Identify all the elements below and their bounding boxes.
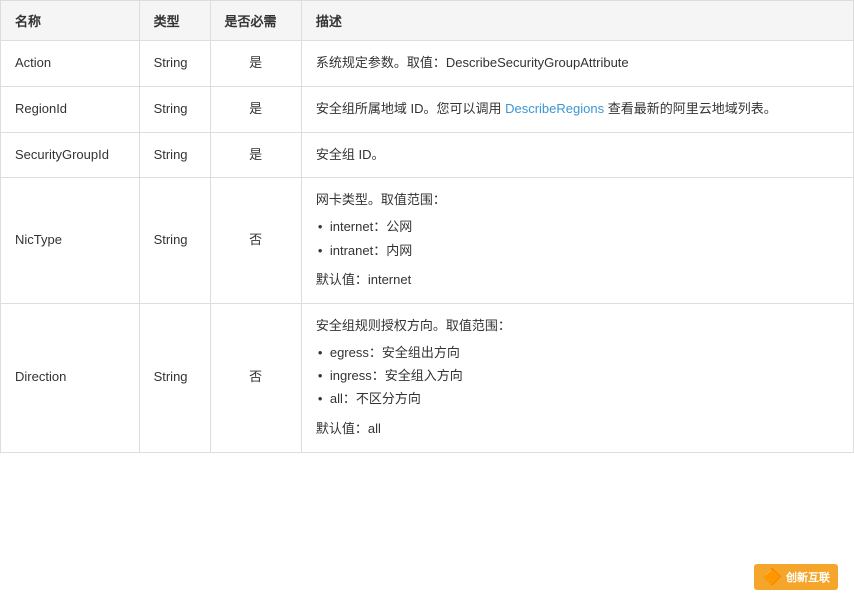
header-description: 描述 xyxy=(301,1,853,41)
cell-required: 是 xyxy=(210,132,301,178)
list-item: ingress：安全组入方向 xyxy=(316,364,839,387)
table-row: NicTypeString否网卡类型。取值范围： internet：公网intra… xyxy=(1,178,854,303)
table-header-row: 名称 类型 是否必需 描述 xyxy=(1,1,854,41)
list-item: intranet：内网 xyxy=(316,239,839,262)
table-row: ActionString是系统规定参数。取值：DescribeSecurityG… xyxy=(1,41,854,87)
cell-required: 是 xyxy=(210,86,301,132)
desc-intro: 网卡类型。取值范围： xyxy=(316,190,839,211)
list-item: all：不区分方向 xyxy=(316,387,839,410)
table-row: SecurityGroupIdString是安全组 ID。 xyxy=(1,132,854,178)
cell-type: String xyxy=(139,86,210,132)
table-row: RegionIdString是安全组所属地域 ID。您可以调用 Describe… xyxy=(1,86,854,132)
cell-type: String xyxy=(139,41,210,87)
cell-description: 安全组 ID。 xyxy=(301,132,853,178)
cell-name: SecurityGroupId xyxy=(1,132,140,178)
header-required: 是否必需 xyxy=(210,1,301,41)
desc-intro: 安全组规则授权方向。取值范围： xyxy=(316,316,839,337)
cell-name: Direction xyxy=(1,303,140,452)
cell-name: RegionId xyxy=(1,86,140,132)
cell-type: String xyxy=(139,178,210,303)
cell-type: String xyxy=(139,303,210,452)
cell-required: 是 xyxy=(210,41,301,87)
desc-default: 默认值：all xyxy=(316,419,839,440)
describe-regions-link[interactable]: DescribeRegions xyxy=(505,101,604,116)
cell-description: 安全组规则授权方向。取值范围： egress：安全组出方向ingress：安全组入… xyxy=(301,303,853,452)
cell-description: 网卡类型。取值范围：internet：公网intranet：内网默认值：inte… xyxy=(301,178,853,303)
params-table: 名称 类型 是否必需 描述 ActionString是系统规定参数。取值：Des… xyxy=(0,0,854,453)
list-item: egress：安全组出方向 xyxy=(316,341,839,364)
cell-type: String xyxy=(139,132,210,178)
header-type: 类型 xyxy=(139,1,210,41)
desc-bullet-list: internet：公网intranet：内网 xyxy=(316,215,839,262)
cell-description: 系统规定参数。取值：DescribeSecurityGroupAttribute xyxy=(301,41,853,87)
cell-description: 安全组所属地域 ID。您可以调用 DescribeRegions 查看最新的阿里… xyxy=(301,86,853,132)
header-name: 名称 xyxy=(1,1,140,41)
cell-required: 否 xyxy=(210,178,301,303)
cell-name: Action xyxy=(1,41,140,87)
cell-name: NicType xyxy=(1,178,140,303)
table-row: DirectionString否安全组规则授权方向。取值范围： egress：安全… xyxy=(1,303,854,452)
watermark-icon: 🔶 xyxy=(762,567,782,587)
watermark: 🔶 创新互联 xyxy=(754,564,838,590)
cell-required: 否 xyxy=(210,303,301,452)
desc-bullet-list: egress：安全组出方向ingress：安全组入方向all：不区分方向 xyxy=(316,341,839,411)
watermark-text: 创新互联 xyxy=(786,569,830,585)
list-item: internet：公网 xyxy=(316,215,839,238)
desc-default: 默认值：internet xyxy=(316,270,839,291)
